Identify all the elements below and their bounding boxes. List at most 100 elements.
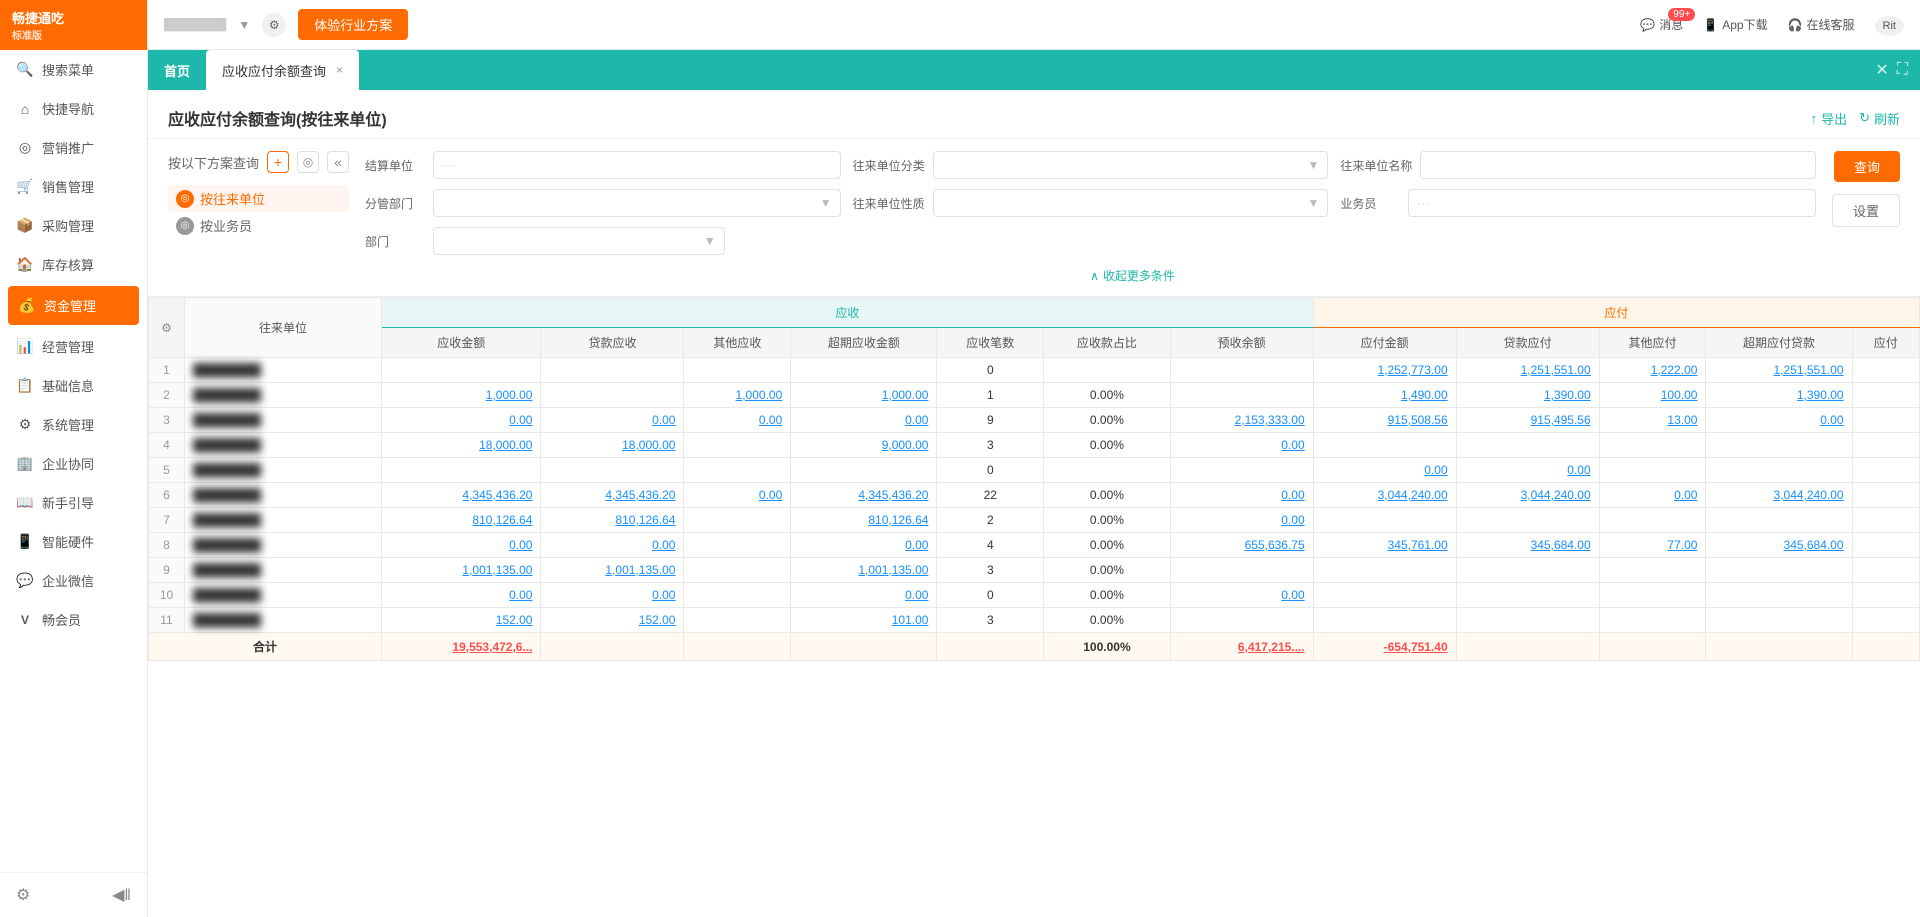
- filter-left: 按以下方案查询 + ◎ « ◎ 按往来单位 ◎: [168, 151, 349, 284]
- table-row: 7████████810,126.64810,126.64810,126.642…: [149, 508, 1920, 533]
- table-body: 1████████01,252,773.001,251,551.001,222.…: [149, 358, 1920, 633]
- breadcrumb-dropdown[interactable]: ▼: [238, 18, 250, 32]
- filter-row-2: 分管部门 ▼ 往来单位性质: [365, 189, 1816, 217]
- filter-add-button[interactable]: +: [267, 151, 289, 173]
- filter-input-unit-type[interactable]: ▼: [933, 151, 1329, 179]
- scheme-list: ◎ 按往来单位 ◎ 按业务员: [168, 185, 349, 239]
- sidebar-item-inventory[interactable]: 🏠 库存核算: [0, 245, 147, 284]
- basic-icon: 📋: [16, 377, 34, 394]
- tabbar: 首页 应收应付余额查询 × ✕ ⛶: [148, 50, 1920, 90]
- tab-close-ar-ap[interactable]: ×: [336, 63, 343, 77]
- table-row: 8████████0.000.000.0040.00%655,636.75345…: [149, 533, 1920, 558]
- sidebar-item-quicknav[interactable]: ⌂ 快捷导航: [0, 89, 147, 128]
- total-ap-amount[interactable]: -654,751.40: [1313, 633, 1456, 661]
- query-button[interactable]: 查询: [1834, 151, 1900, 182]
- collapse-more-button[interactable]: ∧ 收起更多条件: [365, 261, 1900, 284]
- sidebar-item-finance[interactable]: 💰 资金管理: [8, 286, 139, 325]
- sidebar-settings-btn[interactable]: ⚙: [16, 885, 30, 905]
- gear-button[interactable]: ⚙: [262, 13, 286, 37]
- export-button[interactable]: ↑ 导出: [1811, 109, 1848, 128]
- row-number: 9: [149, 558, 185, 583]
- inventory-icon: 🏠: [16, 256, 34, 273]
- sidebar-item-purchase[interactable]: 📦 采购管理: [0, 206, 147, 245]
- filter-field-unit-name: 往来单位名称: [1340, 151, 1816, 179]
- th-other-ar: 其他应收: [684, 328, 791, 358]
- sidebar-item-member[interactable]: V 畅会员: [0, 600, 147, 639]
- scheme-icon-unit: ◎: [176, 190, 194, 208]
- table-settings-icon[interactable]: ⚙: [161, 321, 172, 335]
- data-table: ⚙ 往来单位 应收 应付 应收金额 贷款应收 其他应收 超期应收金额 应收笔数: [148, 297, 1920, 661]
- th-ar-amount: 应收金额: [382, 328, 541, 358]
- filter-input-unit-nature[interactable]: ▼: [933, 189, 1329, 217]
- scheme-label-staff: 按业务员: [200, 216, 252, 235]
- solution-button[interactable]: 体验行业方案: [298, 9, 408, 40]
- filter-right: 结算单位 ··· 往来单位分类: [365, 151, 1900, 284]
- logo-name: 畅捷通吃: [12, 8, 64, 27]
- filter-target-button[interactable]: ◎: [297, 151, 319, 173]
- table-header-settings[interactable]: ⚙: [149, 298, 185, 358]
- filter-input-unit-name[interactable]: [1420, 151, 1816, 179]
- corp-icon: 🏢: [16, 455, 34, 472]
- total-ar-count: [937, 633, 1044, 661]
- sidebar-item-operations[interactable]: 📊 经营管理: [0, 327, 147, 366]
- sidebar-item-system[interactable]: ⚙ 系统管理: [0, 405, 147, 444]
- filter-input-dept[interactable]: ▼: [433, 227, 725, 255]
- filter-fields-area: 结算单位 ··· 往来单位分类: [365, 151, 1816, 261]
- sidebar-item-guide[interactable]: 📖 新手引导: [0, 483, 147, 522]
- filter-section: 按以下方案查询 + ◎ « ◎ 按往来单位 ◎: [148, 139, 1920, 297]
- action-buttons: 查询 设置: [1816, 151, 1900, 261]
- filter-input-dept-mgr[interactable]: ▼: [433, 189, 841, 217]
- tab-close-window[interactable]: ✕: [1875, 60, 1888, 80]
- tab-home[interactable]: 首页: [148, 50, 206, 90]
- message-button[interactable]: 💬 消息 99+: [1640, 16, 1683, 33]
- filter-collapse-button[interactable]: «: [327, 151, 349, 173]
- table-header-receivable: 应收: [382, 298, 1314, 328]
- table-row: 5████████00.000.00: [149, 458, 1920, 483]
- member-icon: V: [16, 613, 34, 627]
- sidebar-item-corp[interactable]: 🏢 企业协同: [0, 444, 147, 483]
- filter-field-unit-nature: 往来单位性质 ▼: [853, 189, 1329, 217]
- refresh-button[interactable]: ↻ 刷新: [1859, 109, 1900, 128]
- sidebar-bottom: ⚙ ◀‖: [0, 872, 147, 917]
- filter-input-settle[interactable]: ···: [433, 151, 841, 179]
- app-icon: 📱: [1703, 18, 1718, 32]
- th-loan-ap: 贷款应付: [1456, 328, 1599, 358]
- sidebar-item-search[interactable]: 🔍 搜索菜单: [0, 50, 147, 89]
- total-overdue-ar: [791, 633, 937, 661]
- logo-sub: 标准版: [12, 27, 64, 42]
- table-row: 11████████152.00152.00101.0030.00%: [149, 608, 1920, 633]
- filter-label: 按以下方案查询: [168, 153, 259, 172]
- total-pre-balance[interactable]: 6,417,215....: [1170, 633, 1313, 661]
- th-ar-ratio: 应收款占比: [1044, 328, 1170, 358]
- row-number: 3: [149, 408, 185, 433]
- total-overdue-ap: [1706, 633, 1852, 661]
- sidebar-item-hardware[interactable]: 📱 智能硬件: [0, 522, 147, 561]
- sidebar-item-wechat[interactable]: 💬 企业微信: [0, 561, 147, 600]
- th-overdue-ap: 超期应付贷款: [1706, 328, 1852, 358]
- scheme-item-unit[interactable]: ◎ 按往来单位: [168, 185, 349, 212]
- filter-field-staff: 业务员 ···: [1340, 189, 1816, 217]
- settings-button[interactable]: 设置: [1832, 194, 1900, 227]
- sidebar-item-sales[interactable]: 🛒 销售管理: [0, 167, 147, 206]
- filter-label-unit-nature: 往来单位性质: [853, 195, 925, 212]
- table-row: 4████████18,000.0018,000.009,000.0030.00…: [149, 433, 1920, 458]
- filter-input-staff[interactable]: ···: [1408, 189, 1816, 217]
- sidebar-item-marketing[interactable]: ◎ 营销推广: [0, 128, 147, 167]
- sidebar-collapse-btn[interactable]: ◀‖: [112, 885, 131, 905]
- total-row: 合计 19,553,472,6... 100.00% 6,417,215....…: [149, 633, 1920, 661]
- topbar-right: 💬 消息 99+ 📱 App下载 🎧 在线客服 Rit: [1640, 16, 1904, 33]
- tab-maximize[interactable]: ⛶: [1897, 61, 1908, 79]
- scheme-item-staff[interactable]: ◎ 按业务员: [168, 212, 349, 239]
- tab-ar-ap[interactable]: 应收应付余额查询 ×: [206, 50, 359, 90]
- sidebar-item-basic[interactable]: 📋 基础信息: [0, 366, 147, 405]
- service-button[interactable]: 🎧 在线客服: [1788, 16, 1855, 33]
- finance-icon: 💰: [18, 297, 36, 314]
- th-other-ap: 其他应付: [1599, 328, 1706, 358]
- total-ar-amount[interactable]: 19,553,472,6...: [382, 633, 541, 661]
- user-info[interactable]: Rit: [1875, 18, 1904, 32]
- app-download-button[interactable]: 📱 App下载: [1703, 16, 1767, 33]
- table-row: 1████████01,252,773.001,251,551.001,222.…: [149, 358, 1920, 383]
- marketing-icon: ◎: [16, 139, 34, 156]
- th-overdue-ar: 超期应收金额: [791, 328, 937, 358]
- guide-icon: 📖: [16, 494, 34, 511]
